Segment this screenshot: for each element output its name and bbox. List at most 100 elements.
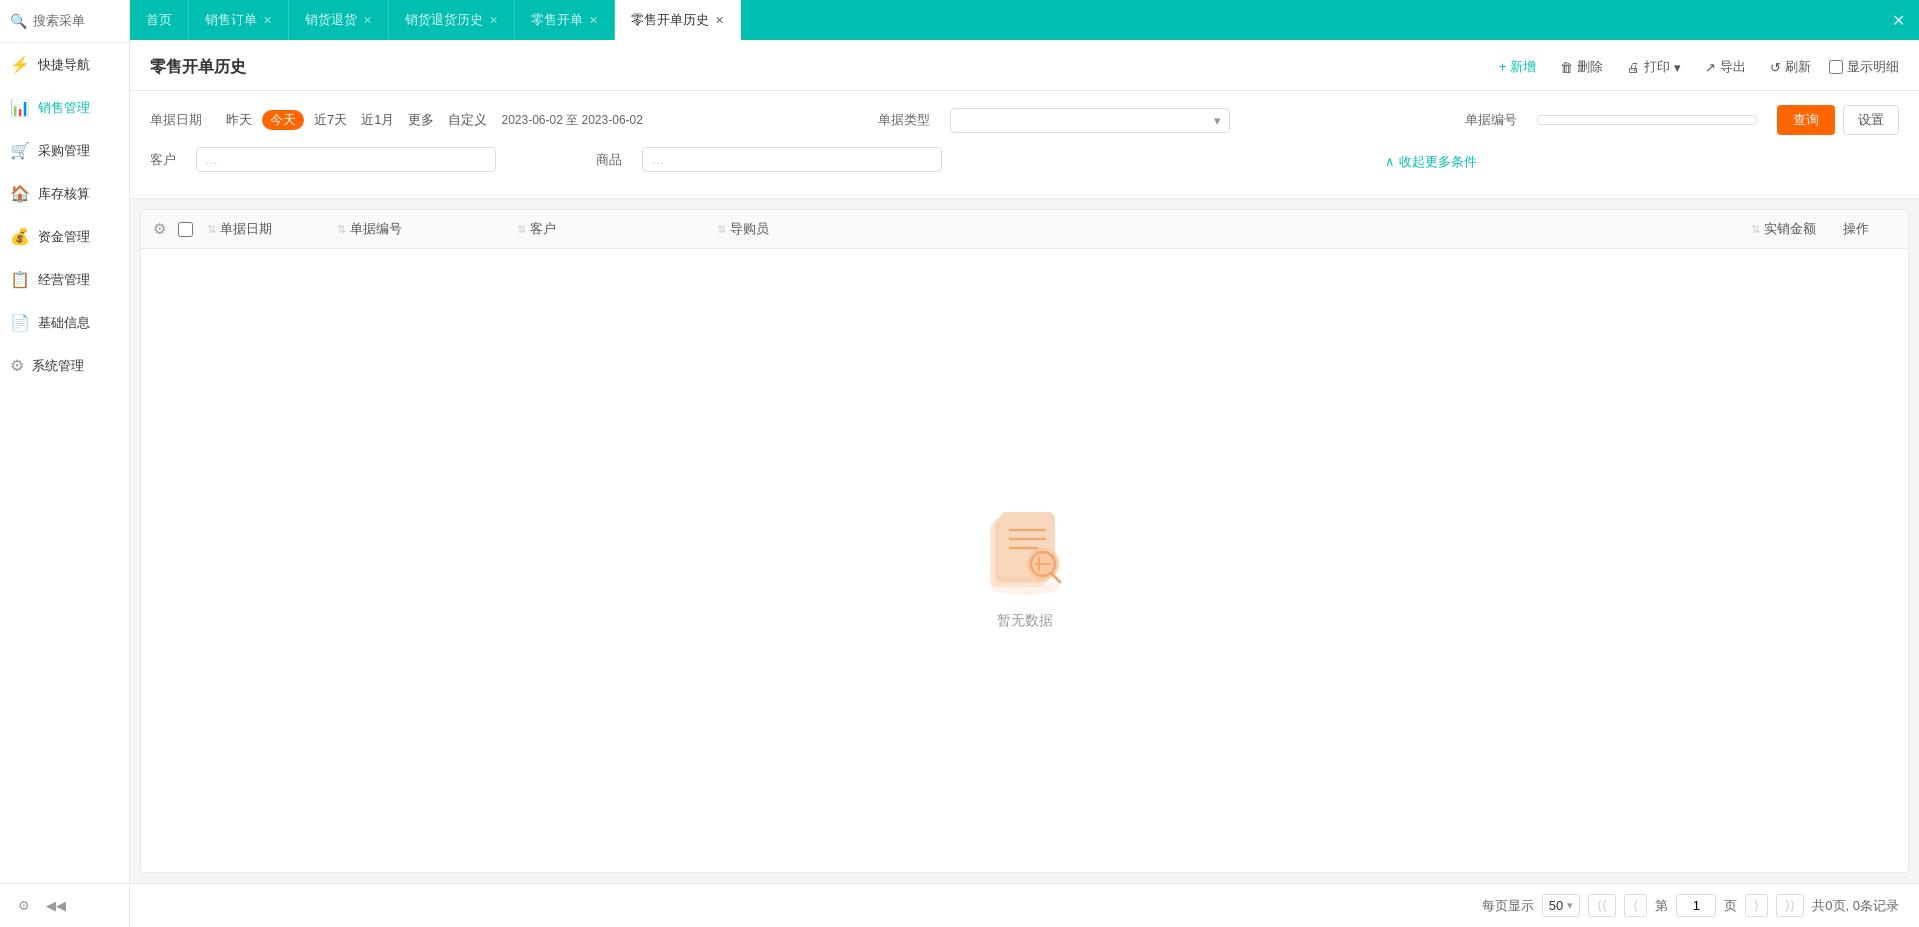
filter-area: 单据日期 昨天 今天 近7天 近1月 更多 自定义 2023-06-02 至 2…: [130, 91, 1919, 199]
date-more[interactable]: 更多: [404, 110, 438, 130]
col-date[interactable]: ⇅ 单据日期: [207, 220, 337, 238]
tab-close-icon[interactable]: ✕: [489, 14, 498, 27]
sidebar-search[interactable]: 🔍 搜索采单: [0, 0, 129, 43]
date-label: 单据日期: [150, 111, 202, 129]
tab-sales-return[interactable]: 销货退货 ✕: [289, 0, 389, 40]
sidebar-item-quick-nav[interactable]: ⚡ 快捷导航: [0, 43, 129, 86]
sidebar-item-finance[interactable]: 💰 资金管理: [0, 215, 129, 258]
empty-illustration: [965, 492, 1085, 612]
select-all-checkbox[interactable]: [178, 222, 193, 237]
main-area: 首页 销售订单 ✕ 销货退货 ✕ 销货退货历史 ✕ 零售开单 ✕ 零售开单历史 …: [130, 0, 1919, 927]
print-dropdown-icon: ▾: [1674, 60, 1681, 75]
finance-icon: 💰: [10, 227, 30, 246]
customer-label: 客户: [150, 151, 176, 169]
date-yesterday[interactable]: 昨天: [222, 110, 256, 130]
collapse-filter-button[interactable]: ∧ 收起更多条件: [1385, 153, 1477, 171]
settings-icon[interactable]: ⚙: [10, 894, 38, 917]
per-page-select[interactable]: 50 ▾: [1542, 894, 1580, 917]
col-number[interactable]: ⇅ 单据编号: [337, 220, 517, 238]
type-label: 单据类型: [878, 111, 930, 129]
empty-state: 暂无数据: [141, 249, 1908, 872]
sidebar-item-label: 系统管理: [32, 357, 84, 375]
tab-sales-order[interactable]: 销售订单 ✕: [189, 0, 289, 40]
chevron-up-icon: ∧: [1385, 154, 1395, 169]
delete-button[interactable]: 🗑 删除: [1554, 54, 1609, 80]
sidebar-search-label: 搜索采单: [33, 12, 85, 30]
dropdown-arrow-icon: ▾: [1214, 113, 1221, 128]
sidebar: 🔍 搜索采单 ⚡ 快捷导航 📊 销售管理 🛒 采购管理 🏠 库存核算 💰 资金管…: [0, 0, 130, 927]
settings-button[interactable]: 设置: [1843, 105, 1899, 135]
collapse-sidebar-icon[interactable]: ◀◀: [38, 894, 74, 917]
table-columns: ⇅ 单据日期 ⇅ 单据编号 ⇅ 客户 ⇅ 导购员: [207, 220, 1896, 238]
query-button[interactable]: 查询: [1777, 105, 1835, 135]
next-page-button[interactable]: ⟩: [1745, 894, 1768, 917]
sidebar-bottom: ⚙ ◀◀: [0, 883, 129, 927]
tab-close-icon[interactable]: ✕: [589, 14, 598, 27]
date-today[interactable]: 今天: [262, 110, 304, 130]
total-label: 共0页, 0条记录: [1812, 897, 1899, 915]
first-page-button[interactable]: ⟨⟨: [1588, 894, 1616, 917]
sort-icon: ⇅: [207, 223, 216, 236]
window-close-icon[interactable]: ✕: [1888, 11, 1909, 30]
date-options: 昨天 今天 近7天 近1月 更多 自定义 2023-06-02 至 2023-0…: [222, 110, 643, 130]
table-header-row: ⚙ ⇅ 单据日期 ⇅ 单据编号 ⇅ 客户: [141, 210, 1908, 249]
table-container: ⚙ ⇅ 单据日期 ⇅ 单据编号 ⇅ 客户: [140, 209, 1909, 873]
date-1month[interactable]: 近1月: [357, 110, 398, 130]
last-page-button[interactable]: ⟩⟩: [1776, 894, 1804, 917]
sidebar-item-label: 快捷导航: [38, 56, 90, 74]
tab-close-icon[interactable]: ✕: [363, 14, 372, 27]
trash-icon: 🗑: [1560, 60, 1573, 75]
print-icon: 🖨: [1627, 60, 1640, 75]
column-settings-icon[interactable]: ⚙: [153, 220, 166, 238]
tab-retail-history[interactable]: 零售开单历史 ✕: [615, 0, 741, 40]
sidebar-item-label: 资金管理: [38, 228, 90, 246]
sidebar-item-label: 经营管理: [38, 271, 90, 289]
sidebar-item-operations[interactable]: 📋 经营管理: [0, 258, 129, 301]
col-customer[interactable]: ⇅ 客户: [517, 220, 717, 238]
tab-close-icon[interactable]: ✕: [715, 14, 724, 27]
customer-input[interactable]: …: [196, 147, 496, 172]
tabs-bar: 首页 销售订单 ✕ 销货退货 ✕ 销货退货历史 ✕ 零售开单 ✕ 零售开单历史 …: [130, 0, 1919, 40]
tab-home[interactable]: 首页: [130, 0, 189, 40]
date-custom[interactable]: 自定义: [444, 110, 491, 130]
tab-retail-open[interactable]: 零售开单 ✕: [515, 0, 615, 40]
toolbar: + 新增 🗑 删除 🖨 打印 ▾ ↗ 导出 ↺: [1493, 54, 1899, 80]
show-detail-toggle[interactable]: 显示明细: [1829, 58, 1899, 76]
sidebar-item-basic-info[interactable]: 📄 基础信息: [0, 301, 129, 344]
sidebar-item-sales[interactable]: 📊 销售管理: [0, 86, 129, 129]
print-button[interactable]: 🖨 打印 ▾: [1621, 54, 1687, 80]
page-number-input[interactable]: 1: [1676, 894, 1716, 917]
sidebar-item-system[interactable]: ⚙ 系统管理: [0, 344, 129, 387]
pagination-bar: 每页显示 50 ▾ ⟨⟨ ⟨ 第 1 页 ⟩ ⟩⟩ 共0页, 0条记录: [130, 883, 1919, 927]
date-7days[interactable]: 近7天: [310, 110, 351, 130]
tab-sales-return-history[interactable]: 销货退货历史 ✕: [389, 0, 515, 40]
col-action: 操作: [1816, 220, 1896, 238]
prev-page-button[interactable]: ⟨: [1624, 894, 1647, 917]
type-select[interactable]: ▾: [950, 108, 1230, 133]
per-page-value: 50: [1549, 898, 1563, 913]
page-label: 页: [1724, 897, 1737, 915]
add-button[interactable]: + 新增: [1493, 54, 1542, 80]
sidebar-item-inventory[interactable]: 🏠 库存核算: [0, 172, 129, 215]
export-icon: ↗: [1705, 60, 1716, 75]
export-button[interactable]: ↗ 导出: [1699, 54, 1752, 80]
tab-close-icon[interactable]: ✕: [263, 14, 272, 27]
page-label-before: 第: [1655, 897, 1668, 915]
search-icon: 🔍: [10, 13, 27, 29]
number-label: 单据编号: [1465, 111, 1517, 129]
page-title-row: 零售开单历史 + 新增 🗑 删除 🖨 打印 ▾ ↗ 导出: [150, 54, 1899, 80]
filter-row-1: 单据日期 昨天 今天 近7天 近1月 更多 自定义 2023-06-02 至 2…: [150, 105, 1899, 135]
sales-icon: 📊: [10, 98, 30, 117]
per-page-arrow: ▾: [1567, 899, 1573, 912]
sidebar-item-purchase[interactable]: 🛒 采购管理: [0, 129, 129, 172]
col-amount[interactable]: ⇅ 实销金额: [1716, 220, 1816, 238]
sort-icon: ⇅: [717, 223, 726, 236]
col-guide[interactable]: ⇅ 导购员: [717, 220, 877, 238]
number-input[interactable]: [1537, 115, 1757, 125]
refresh-icon: ↺: [1770, 60, 1781, 75]
goods-input[interactable]: …: [642, 147, 942, 172]
content-area: 零售开单历史 + 新增 🗑 删除 🖨 打印 ▾ ↗ 导出: [130, 40, 1919, 927]
sidebar-item-label: 采购管理: [38, 142, 90, 160]
show-detail-checkbox[interactable]: [1829, 60, 1843, 74]
refresh-button[interactable]: ↺ 刷新: [1764, 54, 1817, 80]
